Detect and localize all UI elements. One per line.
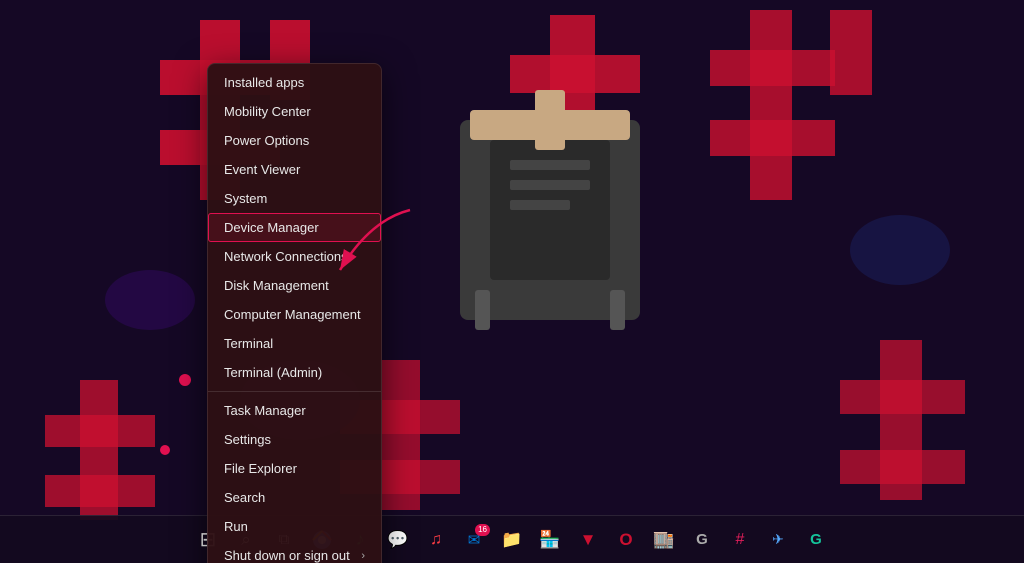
menu-item-file-explorer[interactable]: File Explorer	[208, 454, 381, 483]
menu-item-event-viewer[interactable]: Event Viewer	[208, 155, 381, 184]
menu-item-label-network-connections: Network Connections	[224, 249, 348, 264]
menu-item-label-file-explorer: File Explorer	[224, 461, 297, 476]
submenu-arrow-shut-down: ›	[361, 550, 365, 562]
mail-icon[interactable]: ✉ 16	[456, 522, 492, 558]
menu-item-installed-apps[interactable]: Installed apps	[208, 68, 381, 97]
menu-item-label-terminal-admin: Terminal (Admin)	[224, 365, 322, 380]
menu-item-network-connections[interactable]: Network Connections	[208, 242, 381, 271]
desktop: Installed apps Mobility Center Power Optio…	[0, 0, 1024, 563]
menu-item-terminal[interactable]: Terminal	[208, 329, 381, 358]
ms-store2-icon[interactable]: 🏬	[646, 522, 682, 558]
menu-item-label-shut-down: Shut down or sign out	[224, 548, 350, 563]
menu-separator	[208, 391, 381, 392]
grammarly-icon[interactable]: G	[798, 522, 834, 558]
menu-item-label-settings: Settings	[224, 432, 271, 447]
office-icon[interactable]: O	[608, 522, 644, 558]
menu-item-settings[interactable]: Settings	[208, 425, 381, 454]
menu-item-label-search: Search	[224, 490, 265, 505]
menu-item-search[interactable]: Search	[208, 483, 381, 512]
itunes-icon[interactable]: ♫	[418, 522, 454, 558]
menu-item-shut-down[interactable]: Shut down or sign out ›	[208, 541, 381, 563]
menu-item-label-power-options: Power Options	[224, 133, 309, 148]
menu-item-label-event-viewer: Event Viewer	[224, 162, 300, 177]
menu-item-disk-management[interactable]: Disk Management	[208, 271, 381, 300]
logitech-icon[interactable]: G	[684, 522, 720, 558]
menu-item-computer-management[interactable]: Computer Management	[208, 300, 381, 329]
menu-item-label-system: System	[224, 191, 267, 206]
menu-item-label-installed-apps: Installed apps	[224, 75, 304, 90]
background-art	[0, 0, 1024, 563]
menu-item-terminal-admin[interactable]: Terminal (Admin)	[208, 358, 381, 387]
menu-item-label-computer-management: Computer Management	[224, 307, 361, 322]
menu-item-label-disk-management: Disk Management	[224, 278, 329, 293]
context-menu: Installed apps Mobility Center Power Optio…	[207, 63, 382, 563]
menu-item-system[interactable]: System	[208, 184, 381, 213]
menu-item-label-mobility-center: Mobility Center	[224, 104, 311, 119]
whatsapp-icon[interactable]: 💬	[380, 522, 416, 558]
pockyt-icon[interactable]: ▼	[570, 522, 606, 558]
store-icon[interactable]: 🏪	[532, 522, 568, 558]
menu-item-label-run: Run	[224, 519, 248, 534]
menu-item-label-device-manager: Device Manager	[224, 220, 319, 235]
menu-item-device-manager[interactable]: Device Manager	[208, 213, 381, 242]
unknown-icon[interactable]: ✈	[760, 522, 796, 558]
menu-item-task-manager[interactable]: Task Manager	[208, 396, 381, 425]
menu-item-power-options[interactable]: Power Options	[208, 126, 381, 155]
slack-icon[interactable]: #	[722, 522, 758, 558]
menu-item-run[interactable]: Run	[208, 512, 381, 541]
taskbar: ⊞ ⌕ ⧉ ♪ 💬 ♫ ✉ 16 📁 🏪 ▼ O 🏬 G # ✈ G	[0, 515, 1024, 563]
menu-item-label-task-manager: Task Manager	[224, 403, 306, 418]
files-icon[interactable]: 📁	[494, 522, 530, 558]
menu-item-mobility-center[interactable]: Mobility Center	[208, 97, 381, 126]
menu-item-label-terminal: Terminal	[224, 336, 273, 351]
